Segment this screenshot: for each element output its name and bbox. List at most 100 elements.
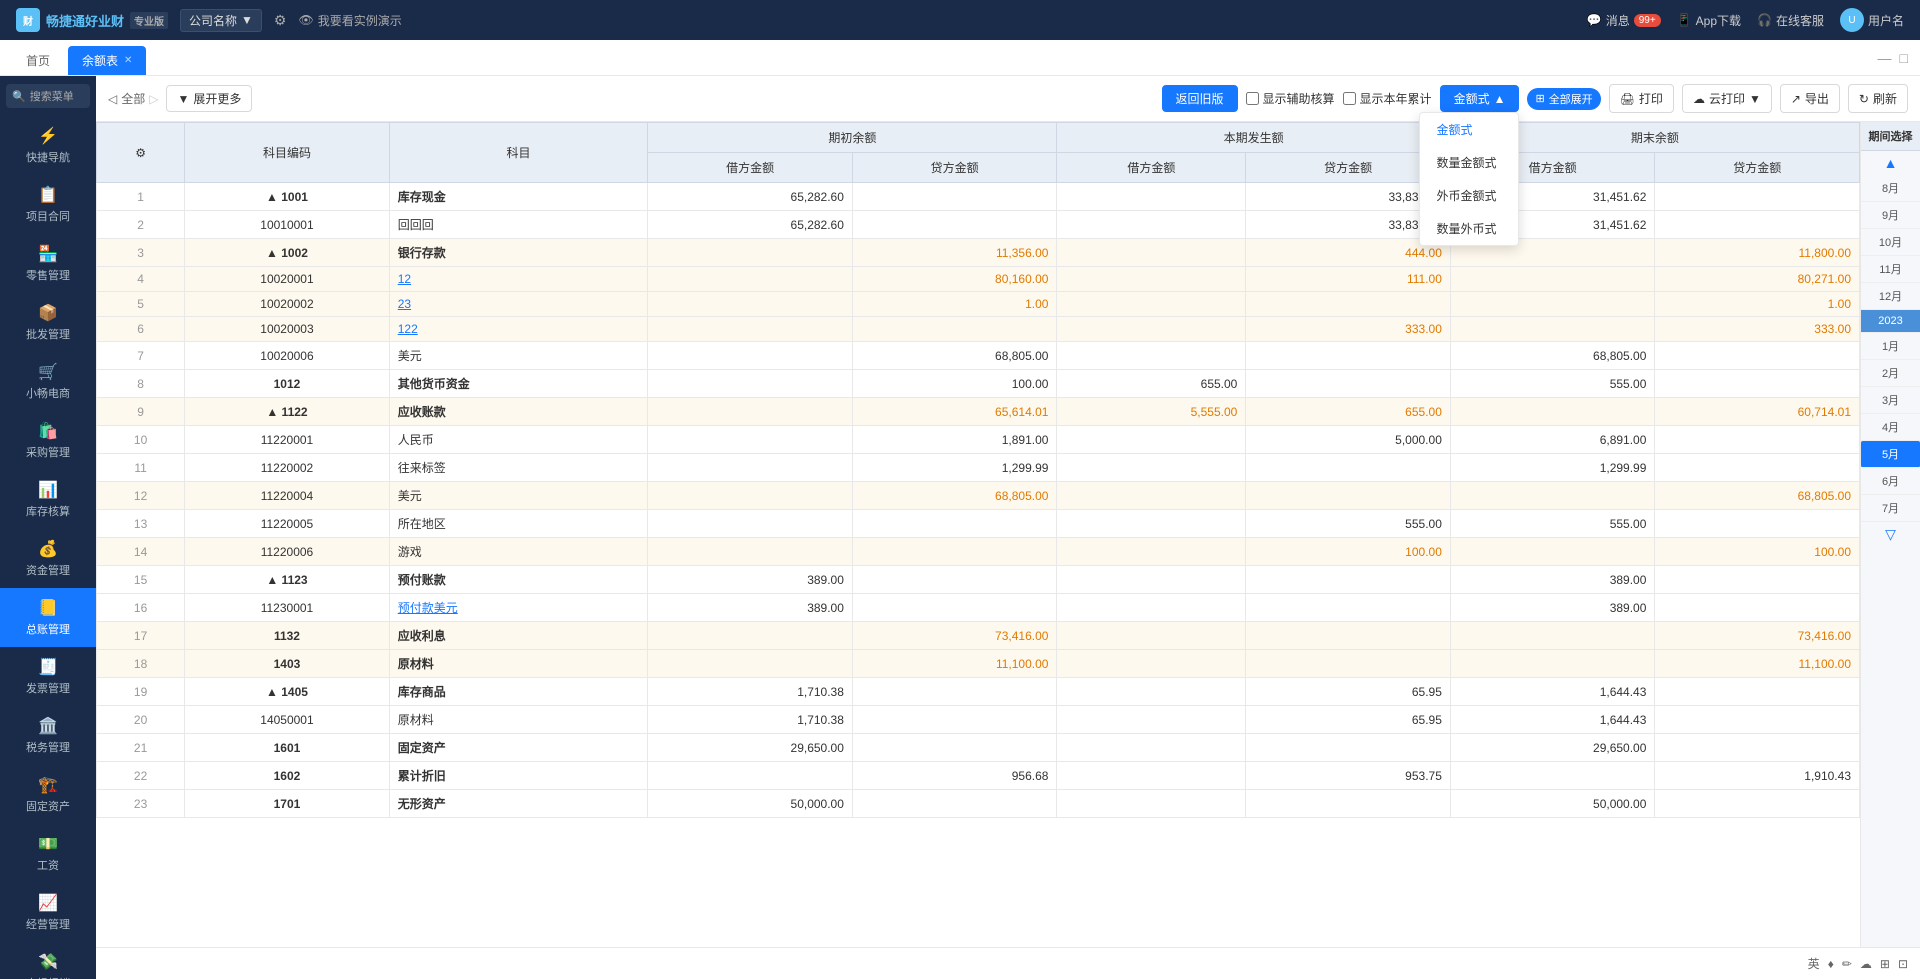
maximize-icon[interactable]: □ — [1900, 50, 1908, 66]
row-ob-credit: 1,299.99 — [852, 454, 1057, 482]
print-button[interactable]: 🖨 打印 — [1609, 84, 1674, 113]
row-pb-debit — [1057, 267, 1246, 292]
row-ob-debit — [648, 454, 853, 482]
app-logo: 财 畅捷通好业财 专业版 — [16, 8, 168, 32]
settings-icon[interactable]: ⚙ — [274, 12, 287, 29]
sidebar-item-expense-label: 小畅报销 — [26, 975, 70, 979]
row-pb-debit — [1057, 538, 1246, 566]
row-pb-credit: 65.95 — [1246, 706, 1451, 734]
date-item-3[interactable]: 3月 — [1861, 387, 1920, 414]
layout-icon[interactable]: ⊡ — [1898, 957, 1908, 971]
expand-more-button[interactable]: ▼ 展开更多 — [166, 85, 252, 112]
refresh-button[interactable]: ↻ 刷新 — [1848, 84, 1908, 113]
online-service-button[interactable]: 🎧 在线客服 — [1757, 12, 1824, 29]
row-number: 5 — [97, 292, 185, 317]
sidebar-item-invoice-label: 发票管理 — [26, 680, 70, 696]
tab-balance[interactable]: 余额表 ✕ — [68, 46, 146, 75]
date-item-7[interactable]: 7月 — [1861, 495, 1920, 522]
row-cb-credit — [1655, 370, 1860, 398]
sidebar-item-expense[interactable]: 💸 小畅报销 — [0, 942, 96, 979]
tab-bar-actions: — □ — [1878, 50, 1908, 66]
demo-button[interactable]: 👁 我要看实例演示 — [298, 12, 401, 29]
row-ob-debit — [648, 762, 853, 790]
tab-home[interactable]: 首页 — [12, 46, 64, 75]
lang-button[interactable]: 英 — [1808, 955, 1820, 972]
sidebar-item-purchase[interactable]: 🛍️ 采购管理 — [0, 411, 96, 470]
sidebar-item-tax-label: 税务管理 — [26, 739, 70, 755]
message-badge: 99+ — [1634, 14, 1661, 27]
row-cb-debit — [1450, 482, 1655, 510]
cloud-print-button[interactable]: ☁ 云打印 ▼ — [1682, 84, 1772, 113]
row-ob-debit — [648, 317, 853, 342]
date-item-1[interactable]: 1月 — [1861, 333, 1920, 360]
edit-icon[interactable]: ✏ — [1842, 957, 1852, 971]
table-settings-icon[interactable]: ⚙ — [135, 146, 146, 160]
wholesale-icon: 📦 — [38, 303, 58, 323]
date-item-12[interactable]: 12月 — [1861, 283, 1920, 310]
user-menu[interactable]: U 用户名 — [1840, 8, 1904, 32]
date-nav-up[interactable]: ▲ — [1861, 151, 1920, 175]
row-pb-debit — [1057, 183, 1246, 211]
row-name[interactable]: 23 — [389, 292, 648, 317]
date-item-11[interactable]: 11月 — [1861, 256, 1920, 283]
minimize-icon[interactable]: — — [1878, 50, 1892, 66]
expand-all-toggle[interactable]: ⊞ 全部展开 — [1527, 88, 1600, 110]
dropdown-item-foreign-amount[interactable]: 外币金额式 — [1420, 179, 1518, 212]
date-item-2[interactable]: 2月 — [1861, 360, 1920, 387]
ops-icon: 📈 — [38, 893, 58, 913]
return-old-button[interactable]: 返回旧版 — [1162, 85, 1238, 112]
sidebar-item-salary[interactable]: 💵 工资 — [0, 824, 96, 883]
row-pb-debit — [1057, 650, 1246, 678]
date-item-9[interactable]: 9月 — [1861, 202, 1920, 229]
th-settings[interactable]: ⚙ — [97, 123, 185, 183]
show-ytd-input[interactable] — [1343, 92, 1356, 105]
sidebar-item-ops[interactable]: 📈 经营管理 — [0, 883, 96, 942]
show-aux-checkbox[interactable]: 显示辅助核算 — [1246, 90, 1335, 107]
sidebar-item-quick-nav[interactable]: ⚡ 快捷导航 — [0, 116, 96, 175]
show-ytd-checkbox[interactable]: 显示本年累计 — [1343, 90, 1432, 107]
row-name[interactable]: 预付款美元 — [389, 594, 648, 622]
content-area: ◁ 全部 ▷ ▼ 展开更多 返回旧版 显示辅助核算 显示本年累计 金额式 — [96, 76, 1920, 979]
grid-icon[interactable]: ⊞ — [1880, 957, 1890, 971]
sidebar-item-ledger[interactable]: 📒 总账管理 — [0, 588, 96, 647]
date-item-5[interactable]: 5月 — [1861, 441, 1920, 468]
date-item-4[interactable]: 4月 — [1861, 414, 1920, 441]
company-selector[interactable]: 公司名称 ▼ — [180, 9, 262, 32]
sidebar-item-retail[interactable]: 🏪 零售管理 — [0, 234, 96, 293]
export-button[interactable]: ↗ 导出 — [1780, 84, 1840, 113]
search-menu-button[interactable]: 🔍 搜索菜单 — [6, 84, 90, 108]
date-nav-down[interactable]: ▽ — [1861, 522, 1920, 547]
sidebar-item-project[interactable]: 📋 项目合同 — [0, 175, 96, 234]
breadcrumb-icon: ◁ — [108, 92, 117, 106]
date-item-10[interactable]: 10月 — [1861, 229, 1920, 256]
date-item-8[interactable]: 8月 — [1861, 175, 1920, 202]
row-number: 20 — [97, 706, 185, 734]
sidebar-item-ecom[interactable]: 🛒 小畅电商 — [0, 352, 96, 411]
table-row: 210010001回回回65,282.6033,830.9831,451.62 — [97, 211, 1860, 239]
show-aux-input[interactable] — [1246, 92, 1259, 105]
dropdown-item-qty-amount[interactable]: 数量金额式 — [1420, 146, 1518, 179]
sidebar-item-wholesale[interactable]: 📦 批发管理 — [0, 293, 96, 352]
sidebar-item-tax[interactable]: 🏛️ 税务管理 — [0, 706, 96, 765]
amount-style-button[interactable]: 金额式 ▲ — [1440, 85, 1520, 112]
row-number: 1 — [97, 183, 185, 211]
sidebar-item-inventory[interactable]: 📊 库存核算 — [0, 470, 96, 529]
tab-close-icon[interactable]: ✕ — [124, 55, 132, 66]
row-name[interactable]: 122 — [389, 317, 648, 342]
date-item-2023[interactable]: 2023 — [1861, 310, 1920, 333]
row-number: 12 — [97, 482, 185, 510]
sidebar-item-assets[interactable]: 🏗️ 固定资产 — [0, 765, 96, 824]
sidebar-item-finance[interactable]: 💰 资金管理 — [0, 529, 96, 588]
row-ob-credit — [852, 510, 1057, 538]
sidebar-item-invoice[interactable]: 🧾 发票管理 — [0, 647, 96, 706]
dropdown-item-qty-foreign[interactable]: 数量外币式 — [1420, 212, 1518, 245]
date-item-6[interactable]: 6月 — [1861, 468, 1920, 495]
row-ob-credit — [852, 538, 1057, 566]
row-code: 11230001 — [185, 594, 390, 622]
app-download-button[interactable]: 📱 App下载 — [1677, 12, 1741, 29]
row-name: 库存现金 — [389, 183, 648, 211]
cloud-icon[interactable]: ☁ — [1860, 957, 1872, 971]
message-button[interactable]: 💬 消息 99+ — [1587, 12, 1661, 29]
dropdown-item-amount[interactable]: 金额式 — [1420, 113, 1518, 146]
row-name[interactable]: 12 — [389, 267, 648, 292]
